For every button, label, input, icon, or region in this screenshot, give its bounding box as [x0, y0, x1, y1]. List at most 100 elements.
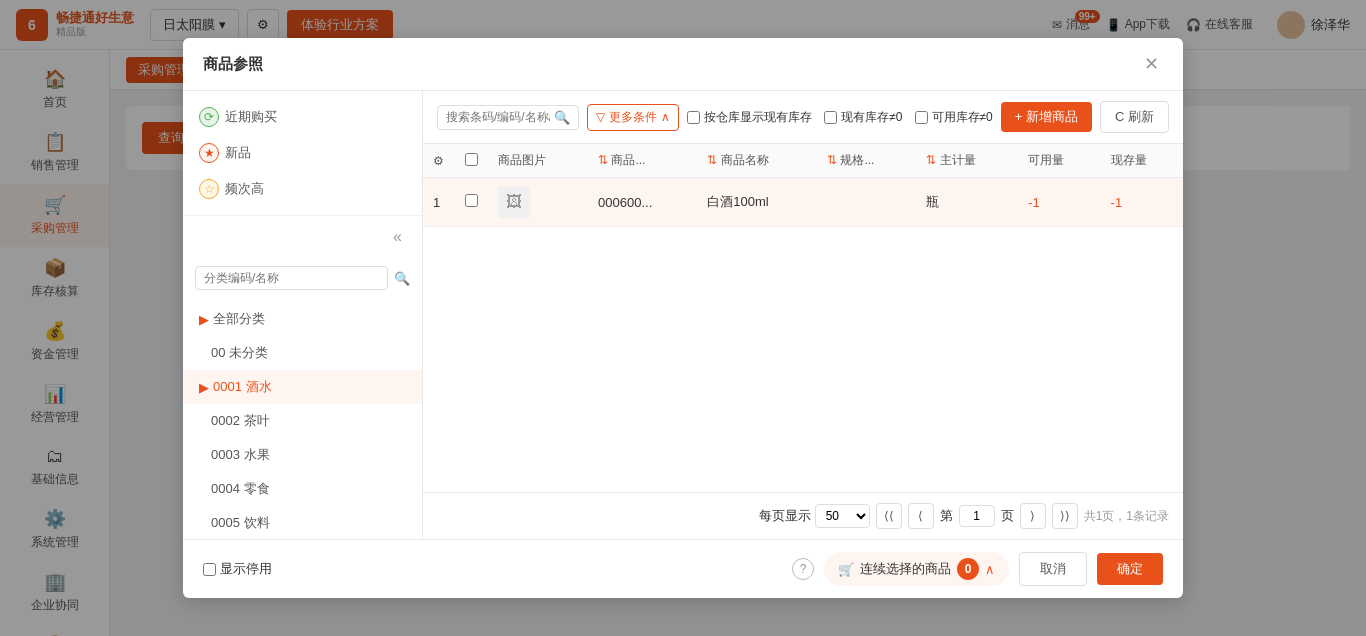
modal-title: 商品参照 — [203, 55, 263, 74]
cat-item-0004[interactable]: 0004 零食 — [183, 472, 422, 506]
modal-left-panel: ⟳ 近期购买 ★ 新品 ☆ 频次高 « — [183, 91, 423, 539]
quick-new[interactable]: ★ 新品 — [183, 135, 422, 171]
total-info: 共1页，1条记录 — [1084, 508, 1169, 525]
page-size-label: 每页显示 — [759, 507, 811, 525]
quick-access-section: ⟳ 近期购买 ★ 新品 ☆ 频次高 — [183, 91, 422, 216]
page-label2: 页 — [1001, 507, 1014, 525]
cat-item-0003[interactable]: 0003 水果 — [183, 438, 422, 472]
th-name[interactable]: ⇅ 商品名称 — [697, 144, 817, 178]
collapse-panel-button[interactable]: « — [381, 220, 414, 254]
filter-label: 更多条件 — [609, 109, 657, 126]
cart-collapse-icon[interactable]: ∧ — [985, 562, 995, 577]
cat-item-0005[interactable]: 0005 饮料 — [183, 506, 422, 539]
page-size-select[interactable]: 50 20 100 — [815, 504, 870, 528]
stock-ne0-checkbox[interactable] — [824, 111, 837, 124]
table-row[interactable]: 1 🖼 000600... 白酒100ml — [423, 178, 1183, 227]
pagination: 每页显示 50 20 100 ⟨⟨ ⟨ 第 页 ⟩ ⟩⟩ 共1页，1条记录 — [423, 492, 1183, 539]
cell-stock: -1 — [1101, 178, 1183, 227]
add-product-button[interactable]: + 新增商品 — [1001, 102, 1092, 132]
cat-item-0002[interactable]: 0002 茶叶 — [183, 404, 422, 438]
quick-frequent-label: 频次高 — [225, 180, 264, 198]
cat-item-label: 0004 零食 — [199, 480, 270, 498]
sort-icon2: ⇅ — [707, 153, 717, 167]
cell-index: 1 — [423, 178, 455, 227]
prev-page-button[interactable]: ⟨ — [908, 503, 934, 529]
next-page-button[interactable]: ⟩ — [1020, 503, 1046, 529]
confirm-button[interactable]: 确定 — [1097, 553, 1163, 585]
product-search-input[interactable] — [446, 110, 550, 124]
first-page-button[interactable]: ⟨⟨ — [876, 503, 902, 529]
category-search-input[interactable] — [195, 266, 388, 290]
sort-icon3: ⇅ — [827, 153, 837, 167]
last-page-button[interactable]: ⟩⟩ — [1052, 503, 1078, 529]
modal-overlay: 商品参照 ✕ ⟳ 近期购买 ★ 新品 ☆ 频次高 — [0, 0, 1366, 636]
select-all-checkbox[interactable] — [465, 153, 478, 166]
sort-icon4: ⇅ — [926, 153, 936, 167]
settings-icon[interactable]: ⚙ — [433, 154, 444, 168]
row-checkbox[interactable] — [465, 194, 478, 207]
toolbar-action-btns: + 新增商品 C 刷新 — [1001, 101, 1169, 133]
th-checkbox — [455, 144, 488, 178]
refresh-button[interactable]: C 刷新 — [1100, 101, 1169, 133]
cell-checkbox[interactable] — [455, 178, 488, 227]
cat-item-label: 全部分类 — [213, 310, 265, 328]
cell-spec — [817, 178, 916, 227]
cat-item-active-arrow: ▶ — [199, 380, 209, 395]
cart-label: 连续选择的商品 — [860, 560, 951, 578]
cell-image: 🖼 — [488, 178, 588, 227]
quick-frequent[interactable]: ☆ 频次高 — [183, 171, 422, 207]
th-image-label: 商品图片 — [498, 153, 546, 167]
product-table: ⚙ 商品图片 ⇅ 商品... — [423, 144, 1183, 227]
modal-footer: 显示停用 ? 🛒 连续选择的商品 0 ∧ 取消 确定 — [183, 539, 1183, 598]
product-image: 🖼 — [498, 186, 530, 218]
th-image: 商品图片 — [488, 144, 588, 178]
cell-available: -1 — [1018, 178, 1100, 227]
warehouse-label: 按仓库显示现有库存 — [704, 109, 812, 126]
category-search-icon[interactable]: 🔍 — [394, 271, 410, 286]
th-spec[interactable]: ⇅ 规格... — [817, 144, 916, 178]
modal-right-panel: 🔍 ▽ 更多条件 ∧ 按仓库显示现有库存 现 — [423, 91, 1183, 539]
new-icon: ★ — [199, 143, 219, 163]
table-header-row: ⚙ 商品图片 ⇅ 商品... — [423, 144, 1183, 178]
cancel-button[interactable]: 取消 — [1019, 552, 1087, 586]
show-disabled-checkbox-wrap[interactable]: 显示停用 — [203, 560, 272, 578]
th-code[interactable]: ⇅ 商品... — [588, 144, 697, 178]
cat-item-label: 0001 酒水 — [213, 378, 272, 396]
th-unit[interactable]: ⇅ 主计量 — [916, 144, 1018, 178]
footer-left: 显示停用 — [203, 560, 272, 578]
category-list: ▶ 全部分类 00 未分类 ▶ 0001 酒水 0002 茶叶 0003 水果 — [183, 298, 422, 539]
available-ne0-label: 可用库存≠0 — [932, 109, 993, 126]
page-size-wrap: 每页显示 50 20 100 — [759, 504, 870, 528]
cat-item-label: 0002 茶叶 — [199, 412, 270, 430]
recent-icon: ⟳ — [199, 107, 219, 127]
footer-right: ? 🛒 连续选择的商品 0 ∧ 取消 确定 — [792, 552, 1163, 586]
modal-toolbar: 🔍 ▽ 更多条件 ∧ 按仓库显示现有库存 现 — [423, 91, 1183, 144]
cart-info[interactable]: 🛒 连续选择的商品 0 ∧ — [824, 552, 1009, 586]
checkbox-warehouse[interactable]: 按仓库显示现有库存 — [687, 109, 812, 126]
show-disabled-label: 显示停用 — [220, 560, 272, 578]
checkbox-available-ne0[interactable]: 可用库存≠0 — [915, 109, 993, 126]
help-icon[interactable]: ? — [792, 558, 814, 580]
th-unit-label: 主计量 — [940, 153, 976, 167]
warehouse-checkbox[interactable] — [687, 111, 700, 124]
product-search-icon[interactable]: 🔍 — [554, 110, 570, 125]
page-number-input[interactable] — [959, 505, 995, 527]
product-reference-modal: 商品参照 ✕ ⟳ 近期购买 ★ 新品 ☆ 频次高 — [183, 38, 1183, 598]
cat-item-00[interactable]: 00 未分类 — [183, 336, 422, 370]
product-table-wrap: ⚙ 商品图片 ⇅ 商品... — [423, 144, 1183, 492]
cat-expand-arrow: ▶ — [199, 312, 209, 327]
cat-item-label: 0005 饮料 — [199, 514, 270, 532]
cat-item-0001[interactable]: ▶ 0001 酒水 — [183, 370, 422, 404]
available-ne0-checkbox[interactable] — [915, 111, 928, 124]
quick-recent-label: 近期购买 — [225, 108, 277, 126]
checkbox-stock-ne0[interactable]: 现有库存≠0 — [824, 109, 902, 126]
th-stock-label: 现存量 — [1111, 153, 1147, 167]
sort-icon: ⇅ — [598, 153, 608, 167]
quick-recent[interactable]: ⟳ 近期购买 — [183, 99, 422, 135]
filter-button[interactable]: ▽ 更多条件 ∧ — [587, 104, 679, 131]
cat-item-all[interactable]: ▶ 全部分类 — [183, 302, 422, 336]
quick-new-label: 新品 — [225, 144, 251, 162]
show-disabled-checkbox[interactable] — [203, 563, 216, 576]
th-name-label: 商品名称 — [721, 153, 769, 167]
modal-close-button[interactable]: ✕ — [1139, 52, 1163, 76]
